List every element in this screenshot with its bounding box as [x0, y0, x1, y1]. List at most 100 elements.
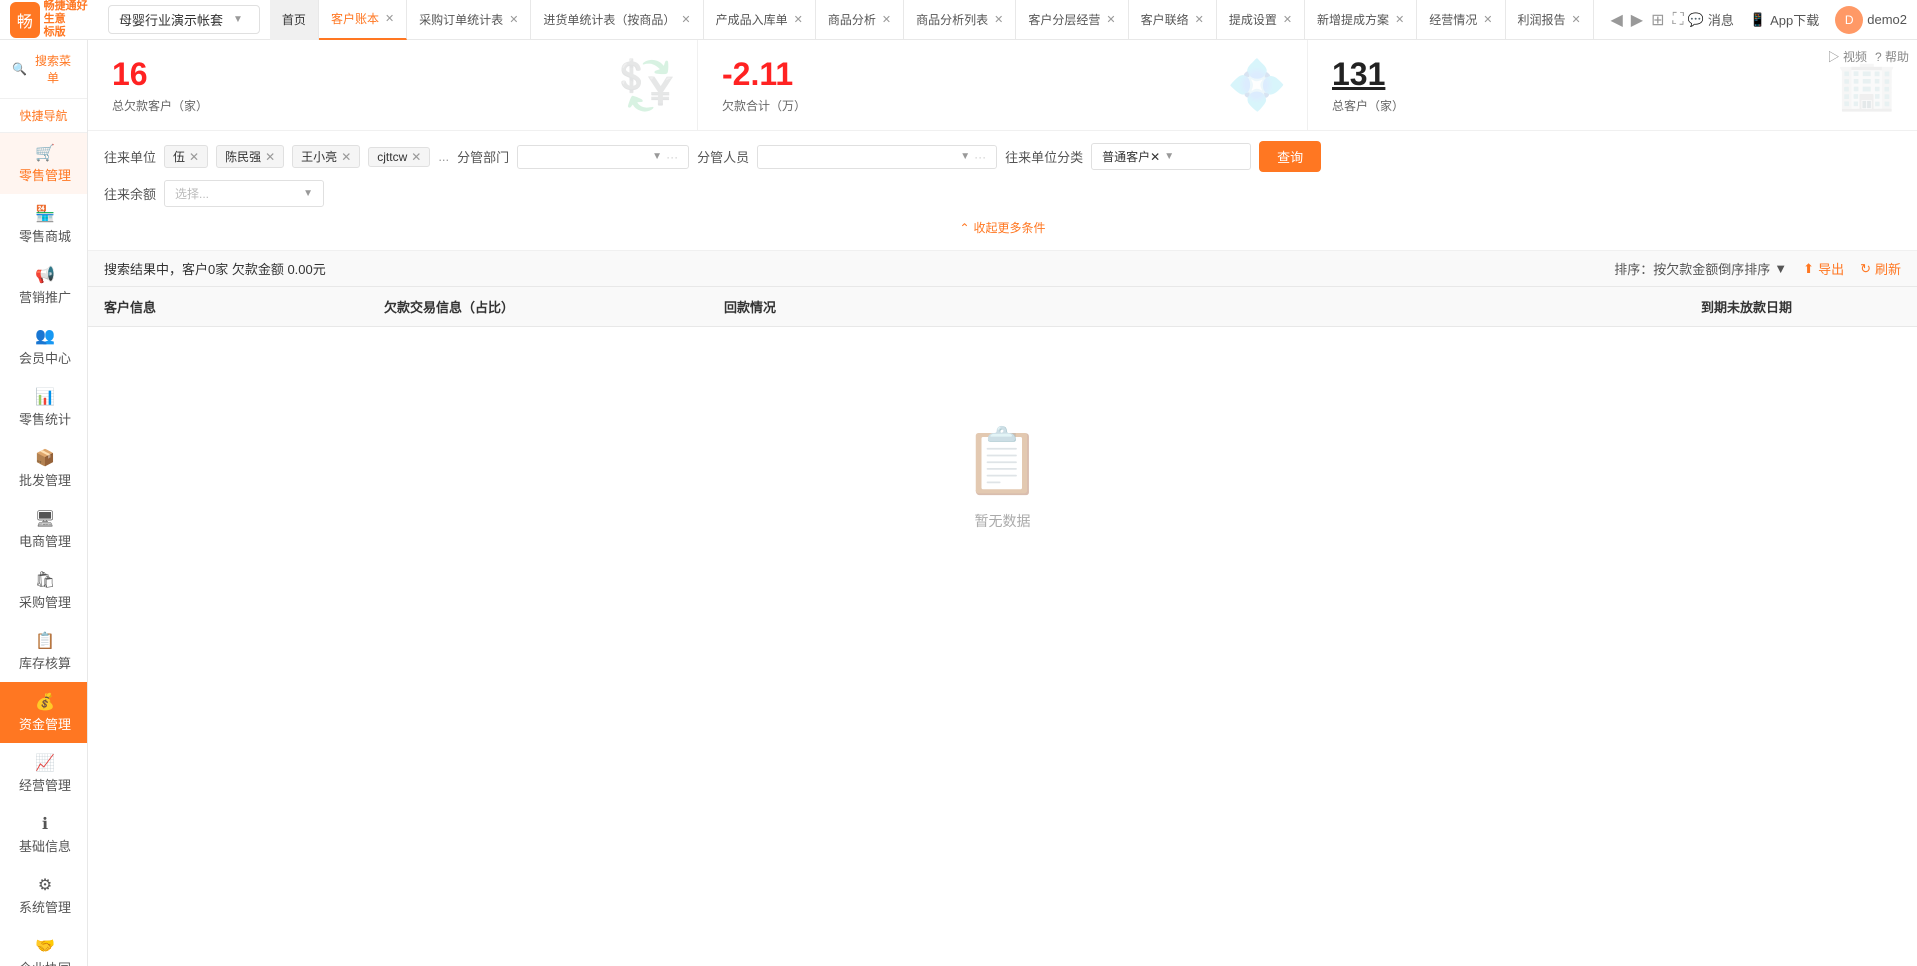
nav-tab-product-analysis[interactable]: 商品分析✕ — [816, 0, 904, 40]
close-tab-customer-contact[interactable]: ✕ — [1195, 13, 1204, 26]
nav-expand[interactable]: ⊞ — [1647, 10, 1668, 30]
help-link[interactable]: ? 帮助 — [1875, 48, 1909, 65]
person-select[interactable]: ▼ ··· — [757, 145, 997, 169]
dept-clear[interactable]: ··· — [666, 150, 678, 164]
ecommerce-icon: 🖥 — [35, 509, 55, 529]
remove-tag-wang[interactable]: ✕ — [341, 150, 351, 164]
logo-text: 畅捷通好生意 标版 — [44, 0, 98, 39]
user-menu[interactable]: D demo2 — [1835, 6, 1907, 34]
nav-tab-profit-report[interactable]: 利润报告✕ — [1506, 0, 1594, 40]
wholesale-icon: 📦 — [35, 448, 55, 468]
stat-value-amount: -2.11 — [722, 56, 793, 93]
sidebar-item-label-wholesale: 批发管理 — [19, 470, 71, 489]
nav-scroll-right[interactable]: ▶ — [1627, 10, 1647, 30]
sidebar-item-operation[interactable]: 📈经营管理 — [0, 743, 87, 804]
close-tab-commission-settings[interactable]: ✕ — [1283, 13, 1292, 26]
result-actions: 排序：按欠款金额倒序排序 ▼ ⬆ 导出 ↻ 刷新 — [1614, 259, 1901, 278]
nav-tab-purchase-by-product[interactable]: 进货单统计表（按商品）✕ — [531, 0, 703, 40]
logo-area: 畅 畅捷通好生意 标版 — [10, 0, 98, 39]
nav-tab-business-status[interactable]: 经营情况✕ — [1417, 0, 1505, 40]
sidebar-item-label-system: 系统管理 — [19, 897, 71, 916]
export-button[interactable]: ⬆ 导出 — [1803, 259, 1844, 278]
tenant-selector[interactable]: 母婴行业演示帐套 ▼ — [108, 5, 260, 34]
nav-fullscreen[interactable]: ⛶ — [1669, 11, 1688, 29]
close-tab-add-commission[interactable]: ✕ — [1395, 13, 1404, 26]
sidebar-item-retail-mall[interactable]: 🏪零售商城 — [0, 194, 87, 255]
sidebar-item-wholesale[interactable]: 📦 批发管理 — [0, 438, 87, 499]
table-container: 客户信息 欠款交易信息（占比） 回款情况 到期未放款日期 📋 暂无数据 — [88, 287, 1917, 966]
stat-card-total: 131 总客户（家） 🏢 ▷ 视频 ? 帮助 — [1308, 40, 1917, 130]
message-btn[interactable]: 💬 消息 — [1688, 10, 1734, 29]
nav-tab-customer-contact[interactable]: 客户联络✕ — [1129, 0, 1217, 40]
sidebar-item-collaboration[interactable]: 🤝企业协同 — [0, 926, 87, 966]
refresh-button[interactable]: ↻ 刷新 — [1860, 259, 1901, 278]
sidebar-item-label-retail-stats: 零售统计 — [19, 409, 71, 428]
close-tab-purchase-order-stats[interactable]: ✕ — [509, 13, 518, 26]
nav-tab-customer-tier[interactable]: 客户分层经营✕ — [1016, 0, 1128, 40]
sidebar-item-retail[interactable]: 🛒零售管理 — [0, 133, 87, 194]
stat-label-amount: 欠款合计（万） — [722, 97, 806, 114]
sidebar-item-inventory[interactable]: 📋库存核算 — [0, 621, 87, 682]
close-tab-customer-ledger[interactable]: ✕ — [385, 12, 394, 25]
person-label: 分管人员 — [697, 147, 749, 166]
empty-icon: 📋 — [963, 424, 1043, 499]
sidebar-item-marketing[interactable]: 📢营销推广 — [0, 255, 87, 316]
balance-select[interactable]: 选择... ▼ — [164, 180, 324, 207]
quick-nav-btn[interactable]: 快捷导航 — [0, 99, 87, 133]
nav-scroll-left[interactable]: ◀ — [1606, 10, 1626, 30]
message-icon: 💬 — [1688, 12, 1704, 28]
close-tab-customer-tier[interactable]: ✕ — [1106, 13, 1115, 26]
close-tab-product-analysis-list[interactable]: ✕ — [994, 13, 1003, 26]
person-clear[interactable]: ··· — [974, 150, 986, 164]
purchase-icon: 🛍 — [35, 570, 55, 590]
sidebar-item-retail-stats[interactable]: 📊零售统计 — [0, 377, 87, 438]
filter-tag-wu: 伍 ✕ — [164, 145, 208, 168]
close-tab-profit-report[interactable]: ✕ — [1572, 13, 1581, 26]
nav-tabs: 首页客户账本✕采购订单统计表✕进货单统计表（按商品）✕产成品入库单✕商品分析✕商… — [270, 0, 1607, 40]
empty-state: 📋 暂无数据 — [88, 327, 1917, 627]
col-header-customer: 客户信息 — [104, 297, 384, 316]
close-tab-finished-goods[interactable]: ✕ — [794, 13, 803, 26]
nav-tab-add-commission[interactable]: 新增提成方案✕ — [1305, 0, 1417, 40]
remove-tag-wu[interactable]: ✕ — [189, 150, 199, 164]
balance-label: 往来余额 — [104, 184, 156, 203]
search-menu-btn[interactable]: 🔍 搜索菜单 — [8, 48, 79, 90]
filter-more-tags[interactable]: ... — [438, 149, 449, 164]
sidebar-item-purchase[interactable]: 🛍采购管理 — [0, 560, 87, 621]
nav-tab-customer-ledger[interactable]: 客户账本✕ — [319, 0, 407, 40]
nav-tab-product-analysis-list[interactable]: 商品分析列表✕ — [904, 0, 1016, 40]
sidebar-item-system[interactable]: ⚙ 系统管理 — [0, 865, 87, 926]
query-button[interactable]: 查询 — [1259, 141, 1321, 172]
remove-tag-cjttcw[interactable]: ✕ — [411, 150, 421, 164]
nav-tab-finished-goods[interactable]: 产成品入库单✕ — [704, 0, 816, 40]
close-tab-purchase-by-product[interactable]: ✕ — [681, 13, 690, 26]
sidebar-search-area: 🔍 搜索菜单 — [0, 40, 87, 99]
nav-tab-purchase-order-stats[interactable]: 采购订单统计表✕ — [407, 0, 531, 40]
close-tab-business-status[interactable]: ✕ — [1483, 13, 1492, 26]
unit-label: 往来单位 — [104, 147, 156, 166]
refresh-icon: ↻ — [1860, 261, 1871, 277]
sidebar-item-basic-info[interactable]: ℹ基础信息 — [0, 804, 87, 865]
collapse-filter-btn[interactable]: ⌃ 收起更多条件 — [947, 215, 1057, 240]
sidebar-item-ecommerce[interactable]: 🖥电商管理 — [0, 499, 87, 560]
sort-button[interactable]: 排序：按欠款金额倒序排序 ▼ — [1614, 259, 1787, 278]
stat-value-customers: 16 — [112, 56, 148, 93]
download-icon: 📱 — [1750, 12, 1766, 28]
close-tab-product-analysis[interactable]: ✕ — [882, 13, 891, 26]
sidebar-item-finance[interactable]: 💰资金管理 — [0, 682, 87, 743]
nav-tab-retail-profit[interactable]: 零售利润✕ — [1594, 0, 1607, 40]
dept-select[interactable]: ▼ ··· — [517, 145, 689, 169]
nav-tab-home[interactable]: 首页 — [270, 0, 319, 40]
sidebar-item-label-operation: 经营管理 — [19, 775, 71, 794]
category-select[interactable]: 普通客户 ✕ ▼ — [1091, 143, 1251, 170]
remove-tag-chen[interactable]: ✕ — [265, 150, 275, 164]
app-download-btn[interactable]: 📱 App下载 — [1750, 10, 1819, 29]
video-link[interactable]: ▷ 视频 — [1828, 48, 1867, 65]
basic-info-icon: ℹ — [42, 814, 48, 834]
remove-category[interactable]: ✕ — [1150, 150, 1160, 164]
nav-tab-commission-settings[interactable]: 提成设置✕ — [1217, 0, 1305, 40]
system-icon: ⚙ — [38, 875, 52, 895]
stat-icon-amount: 💠 — [1227, 57, 1287, 114]
stat-card-customers: 16 总欠款客户（家） 💱 — [88, 40, 698, 130]
sidebar-item-member[interactable]: 👥会员中心 — [0, 316, 87, 377]
